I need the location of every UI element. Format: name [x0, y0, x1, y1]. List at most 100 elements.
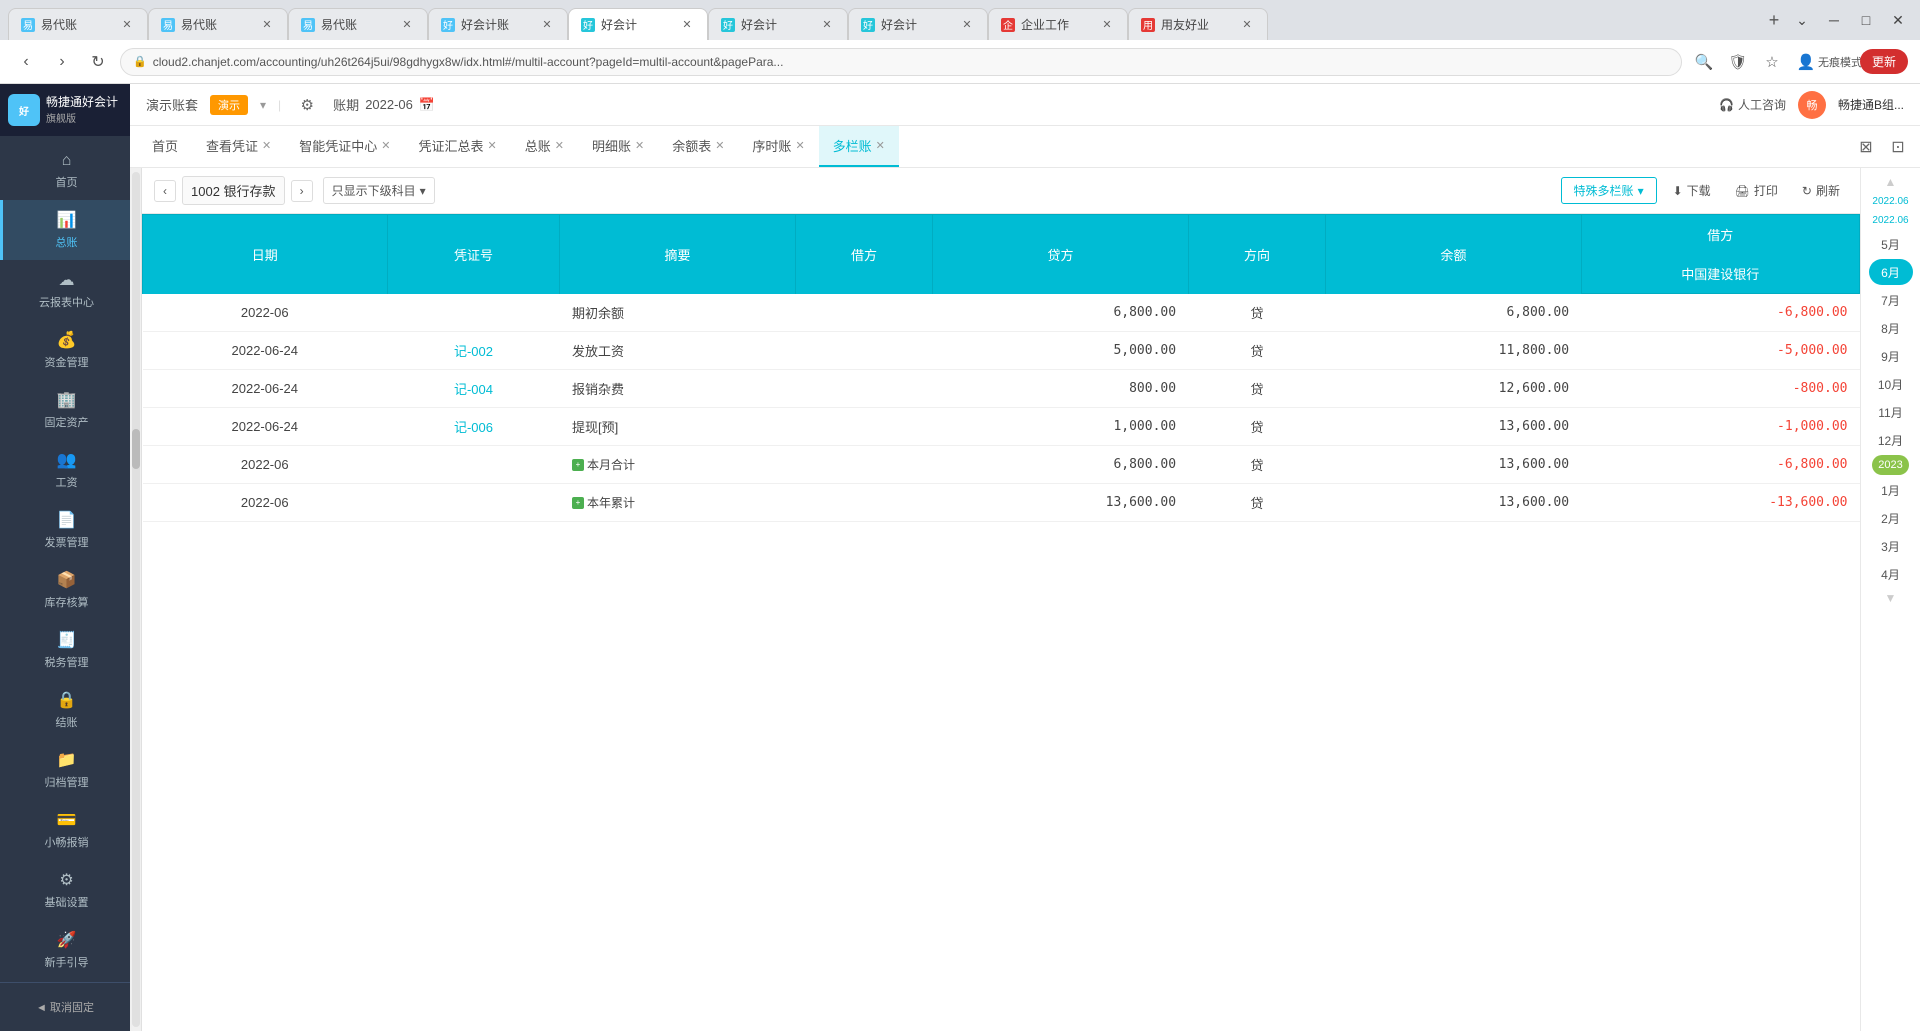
wuhen-btn[interactable]: 无痕模式: [1826, 48, 1854, 76]
profile-icon[interactable]: 👤: [1792, 48, 1820, 76]
settings-icon-btn[interactable]: ⚙: [293, 91, 321, 119]
cal-month-12月[interactable]: 12月: [1869, 427, 1913, 453]
tab-close-icon[interactable]: ✕: [119, 17, 135, 33]
browser-tab-tab8[interactable]: 企 企业工作 ✕: [988, 8, 1128, 40]
tab-collapse-icon[interactable]: ⊠: [1852, 133, 1880, 161]
app-tab-voucher-view[interactable]: 查看凭证 ✕: [192, 126, 285, 167]
browser-tab-tab4[interactable]: 好 好会计账 ✕: [428, 8, 568, 40]
app-tab-general-ledger[interactable]: 总账 ✕: [511, 126, 578, 167]
browser-tab-tab1[interactable]: 易 易代账 ✕: [8, 8, 148, 40]
update-button[interactable]: 更新: [1860, 49, 1908, 74]
app-tab-balance-table[interactable]: 余额表 ✕: [658, 126, 738, 167]
app-tab-detail-ledger[interactable]: 明细账 ✕: [578, 126, 658, 167]
tab-close-icon[interactable]: ✕: [819, 17, 835, 33]
tab-close-btn[interactable]: ✕: [795, 139, 804, 152]
app-tab-seq-ledger[interactable]: 序时账 ✕: [738, 126, 818, 167]
sidebar-item-invoice-mgmt[interactable]: 📄 发票管理: [0, 500, 130, 560]
shield-icon[interactable]: 🛡: [1724, 48, 1752, 76]
refresh-btn[interactable]: ↻ 刷新: [1794, 178, 1848, 203]
reload-btn[interactable]: ↻: [84, 48, 112, 76]
tab-close-icon[interactable]: ✕: [259, 17, 275, 33]
cal-month-3月[interactable]: 3月: [1869, 533, 1913, 559]
tab-close-icon[interactable]: ✕: [679, 17, 695, 33]
cal-month-7月[interactable]: 7月: [1869, 287, 1913, 313]
tab-expand-icon[interactable]: ⊡: [1884, 133, 1912, 161]
back-btn[interactable]: ‹: [12, 48, 40, 76]
cal-month-6月[interactable]: 6月: [1869, 259, 1913, 285]
tab-close-btn[interactable]: ✕: [381, 139, 390, 152]
star-icon[interactable]: ☆: [1758, 48, 1786, 76]
cal-month-5月[interactable]: 5月: [1869, 231, 1913, 257]
minimize-btn[interactable]: ─: [1820, 6, 1848, 34]
tab-close-icon[interactable]: ✕: [399, 17, 415, 33]
sidebar-item-expense[interactable]: 💳 小畅报销: [0, 800, 130, 860]
cal-scroll-down-btn[interactable]: ▼: [1869, 588, 1913, 608]
close-btn[interactable]: ✕: [1884, 6, 1912, 34]
app-tab-smart-voucher[interactable]: 智能凭证中心 ✕: [285, 126, 404, 167]
sidebar-item-closing[interactable]: 🔒 结账: [0, 680, 130, 740]
cell-voucher[interactable]: 记-004: [387, 369, 560, 407]
maximize-btn[interactable]: □: [1852, 6, 1880, 34]
tab-close-icon[interactable]: ✕: [1239, 17, 1255, 33]
search-icon[interactable]: 🔍: [1690, 48, 1718, 76]
sidebar-item-guide[interactable]: 🚀 新手引导: [0, 920, 130, 980]
tab-list-btn[interactable]: ⌄: [1788, 6, 1816, 34]
voucher-link[interactable]: 记-002: [454, 344, 493, 359]
browser-tab-tab2[interactable]: 易 易代账 ✕: [148, 8, 288, 40]
left-scrollbar[interactable]: [130, 168, 142, 1031]
sidebar-item-fund-mgmt[interactable]: 💰 资金管理: [0, 320, 130, 380]
sidebar-item-home[interactable]: ⌂ 首页: [0, 142, 130, 200]
sidebar-item-cloud-report[interactable]: ☁ 云报表中心: [0, 260, 130, 320]
tab-close-icon[interactable]: ✕: [539, 17, 555, 33]
tab-close-btn[interactable]: ✕: [262, 139, 271, 152]
app-tab-home[interactable]: 首页: [138, 126, 192, 167]
sidebar-item-tax-mgmt[interactable]: 🧾 税务管理: [0, 620, 130, 680]
calendar-icon[interactable]: 📅: [419, 97, 435, 113]
prev-account-btn[interactable]: ‹: [154, 180, 176, 202]
cal-month-4月[interactable]: 4月: [1869, 561, 1913, 587]
voucher-link[interactable]: 记-004: [454, 382, 493, 397]
app-tab-voucher-summary[interactable]: 凭证汇总表 ✕: [404, 126, 510, 167]
sub-accounts-toggle[interactable]: 只显示下级科目 ▾: [323, 177, 435, 204]
cal-month-1月[interactable]: 1月: [1869, 477, 1913, 503]
sidebar-item-general-ledger[interactable]: 📊 总账: [0, 200, 130, 260]
browser-tab-tab9[interactable]: 用 用友好业 ✕: [1128, 8, 1268, 40]
tab-add-btn[interactable]: +: [1760, 6, 1788, 34]
cal-scroll-up-btn[interactable]: ▲: [1869, 172, 1913, 192]
pin-toggle-btn[interactable]: ◄ 取消固定: [6, 993, 124, 1021]
download-btn[interactable]: ⬇ 下载: [1665, 178, 1719, 203]
tab-close-btn[interactable]: ✕: [876, 139, 885, 152]
tab-close-icon[interactable]: ✕: [1099, 17, 1115, 33]
browser-tab-tab7[interactable]: 好 好会计 ✕: [848, 8, 988, 40]
cell-voucher[interactable]: 记-002: [387, 331, 560, 369]
cell-voucher[interactable]: 记-006: [387, 407, 560, 445]
demo-badge[interactable]: 演示: [210, 95, 248, 115]
browser-tab-tab3[interactable]: 易 易代账 ✕: [288, 8, 428, 40]
voucher-link[interactable]: 记-006: [454, 420, 493, 435]
sidebar-item-inventory[interactable]: 📦 库存核算: [0, 560, 130, 620]
dropdown-arrow-icon[interactable]: ▾: [260, 98, 266, 112]
sidebar-item-archive[interactable]: 📁 归档管理: [0, 740, 130, 800]
sidebar-item-fixed-assets[interactable]: 🏢 固定资产: [0, 380, 130, 440]
cal-month-9月[interactable]: 9月: [1869, 343, 1913, 369]
tab-close-icon[interactable]: ✕: [959, 17, 975, 33]
cal-month-8月[interactable]: 8月: [1869, 315, 1913, 341]
multi-col-btn[interactable]: 特殊多栏账 ▾: [1561, 177, 1657, 204]
tab-close-btn[interactable]: ✕: [488, 139, 497, 152]
app-tab-multi-col-ledger[interactable]: 多栏账 ✕: [819, 126, 899, 167]
browser-tab-tab5[interactable]: 好 好会计 ✕: [568, 8, 708, 40]
tab-close-btn[interactable]: ✕: [715, 139, 724, 152]
cal-month-2月[interactable]: 2月: [1869, 505, 1913, 531]
forward-btn[interactable]: ›: [48, 48, 76, 76]
tab-close-btn[interactable]: ✕: [555, 139, 564, 152]
browser-tab-tab6[interactable]: 好 好会计 ✕: [708, 8, 848, 40]
address-field[interactable]: 🔒 cloud2.chanjet.com/accounting/uh26t264…: [120, 48, 1682, 76]
cal-month-11月[interactable]: 11月: [1869, 399, 1913, 425]
sidebar-item-settings[interactable]: ⚙ 基础设置: [0, 860, 130, 920]
user-name[interactable]: 畅捷通B组...: [1838, 96, 1904, 113]
sidebar-item-payroll[interactable]: 👥 工资: [0, 440, 130, 500]
cal-month-10月[interactable]: 10月: [1869, 371, 1913, 397]
consultant-btn[interactable]: 🎧 人工咨询: [1719, 96, 1786, 113]
print-btn[interactable]: 🖨 打印: [1727, 178, 1786, 203]
user-avatar[interactable]: 畅: [1798, 91, 1826, 119]
